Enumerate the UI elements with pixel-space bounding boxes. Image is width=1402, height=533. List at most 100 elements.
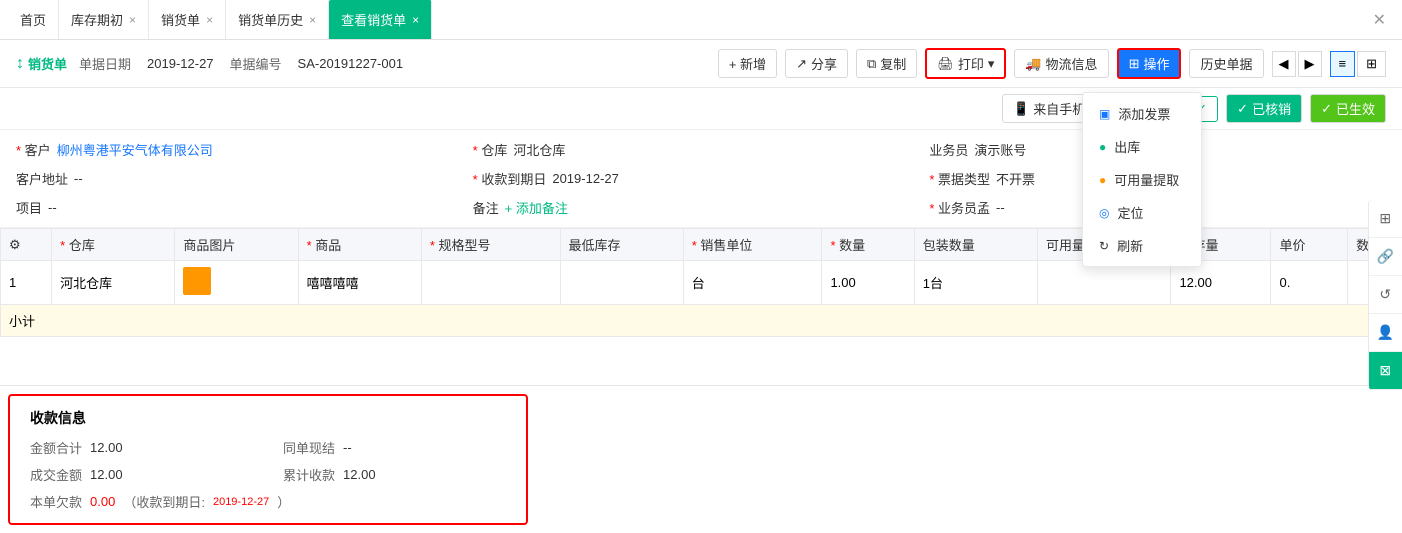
doc-actions: + 新增 ↗ 分享 ⧉ 复制 🖨 打印 ▾ 🚚 物流信息: [718, 48, 1386, 79]
number-label: 单据编号: [230, 54, 282, 73]
row-product: 嘻嘻嘻嘻: [298, 261, 421, 305]
subtotal-row: 小计: [1, 305, 1402, 337]
share-icon: ↗: [796, 56, 807, 72]
col-package-qty: 包装数量: [914, 229, 1037, 261]
col-min-stock: 最低库存: [560, 229, 683, 261]
refresh-label: 刷新: [1117, 236, 1143, 255]
col-spec: 规格型号: [421, 229, 560, 261]
customer-row: 客户 柳州粤港平安气体有限公司: [16, 140, 473, 159]
same-order-value: --: [343, 440, 352, 455]
transaction-row: 成交金额 12.00: [30, 465, 253, 484]
project-label: 项目: [16, 198, 42, 217]
new-button[interactable]: + 新增: [718, 49, 777, 78]
dropdown-add-invoice[interactable]: ▣ 添加发票: [1083, 97, 1201, 130]
right-sidebar: ⊞ 🔗 ↺ 👤 ⊠: [1368, 200, 1402, 390]
owed-label: 本单欠款: [30, 492, 82, 511]
tab-sales-history[interactable]: 销货单历史 ×: [226, 0, 329, 39]
available-qty-icon: ●: [1099, 173, 1106, 187]
sidebar-icon-2[interactable]: 🔗: [1369, 238, 1402, 276]
locate-icon: ◎: [1099, 206, 1109, 220]
tab-close-view-sales[interactable]: ×: [412, 13, 419, 27]
col-sales-unit: 销售单位: [683, 229, 822, 261]
bottom-panel: 收款信息 金额合计 12.00 同单现结 -- 成交金额 12.00: [0, 385, 1402, 533]
tab-inventory-init[interactable]: 库存期初 ×: [59, 0, 149, 39]
dropdown-outbound[interactable]: ● 出库: [1083, 130, 1201, 163]
row-price: 0.: [1271, 261, 1348, 305]
verified-btn[interactable]: ✓ 已核销: [1226, 94, 1302, 123]
transaction-label: 成交金额: [30, 465, 82, 484]
grid-view-btn[interactable]: ⊞: [1357, 51, 1386, 77]
locate-label: 定位: [1117, 203, 1143, 222]
outbound-label: 出库: [1114, 137, 1140, 156]
print-dropdown-arrow: ▾: [988, 56, 995, 72]
col-product-img: 商品图片: [175, 229, 298, 261]
payment-info: 收款信息 金额合计 12.00 同单现结 -- 成交金额 12.00: [8, 394, 528, 525]
sidebar-icon-3[interactable]: ↺: [1369, 276, 1402, 314]
dropdown-refresh[interactable]: ↻ 刷新: [1083, 229, 1201, 262]
overdue-end: ）: [277, 492, 290, 511]
col-warehouse: 仓库: [52, 229, 175, 261]
row-package-qty: 1台: [914, 261, 1037, 305]
sidebar-icon-5[interactable]: ⊠: [1369, 352, 1402, 390]
col-quantity: 数量: [822, 229, 914, 261]
settings-icon: ⚙: [9, 237, 21, 252]
view-toggle: ≡ ⊞: [1330, 51, 1387, 77]
col-price: 单价: [1271, 229, 1348, 261]
list-view-btn[interactable]: ≡: [1330, 51, 1356, 77]
sidebar-icon-4[interactable]: 👤: [1369, 314, 1402, 352]
same-order-row: 同单现结 --: [283, 438, 506, 457]
dropdown-locate[interactable]: ◎ 定位: [1083, 196, 1201, 229]
project-row: 项目 --: [16, 198, 473, 217]
address-value: --: [74, 171, 83, 186]
row-spec: [421, 261, 560, 305]
tab-close-history[interactable]: ×: [309, 13, 316, 27]
next-arrow[interactable]: ▶: [1298, 51, 1322, 77]
tab-close-inventory[interactable]: ×: [129, 13, 136, 27]
amount-label: 金额合计: [30, 438, 82, 457]
table-row: 1 河北仓库 嘻嘻嘻嘻 台 1.00 1台 12.00 0.: [1, 261, 1402, 305]
window-close-button[interactable]: ✕: [1365, 10, 1394, 30]
date-label: 单据日期: [79, 54, 131, 73]
payment-title: 收款信息: [30, 408, 506, 428]
col-settings[interactable]: ⚙: [1, 229, 52, 261]
logistics-button[interactable]: 🚚 物流信息: [1014, 49, 1108, 78]
row-quantity: 1.00: [822, 261, 914, 305]
print-button[interactable]: 🖨 打印 ▾: [925, 48, 1006, 79]
owed-value: 0.00: [90, 494, 115, 509]
operations-button[interactable]: ⊞ 操作: [1117, 48, 1182, 79]
share-button[interactable]: ↗ 分享: [785, 49, 848, 78]
dropdown-available-qty[interactable]: ● 可用量提取: [1083, 163, 1201, 196]
tab-close-sales[interactable]: ×: [206, 13, 213, 27]
payment-date-value: 2019-12-27: [552, 171, 619, 186]
history-button[interactable]: 历史单据: [1189, 49, 1263, 78]
tab-home[interactable]: 首页: [8, 0, 59, 39]
tab-view-sales[interactable]: 查看销货单 ×: [329, 0, 432, 39]
doc-meta: 单据日期 2019-12-27 单据编号 SA-20191227-001: [79, 54, 403, 73]
row-warehouse: 河北仓库: [52, 261, 175, 305]
doc-header: ↕ 销货单 单据日期 2019-12-27 单据编号 SA-20191227-0…: [0, 40, 1402, 88]
tab-sales-order[interactable]: 销货单 ×: [149, 0, 226, 39]
tab-bar: 首页 库存期初 × 销货单 × 销货单历史 × 查看销货单 × ✕: [0, 0, 1402, 40]
subtotal-label: 小计: [1, 305, 1402, 337]
project-value: --: [48, 200, 57, 215]
address-label: 客户地址: [16, 169, 68, 188]
copy-button[interactable]: ⧉ 复制: [856, 49, 917, 78]
overdue-date: 2019-12-27: [213, 496, 269, 508]
effective-btn[interactable]: ✓ 已生效: [1310, 94, 1386, 123]
row-available: [1037, 261, 1171, 305]
sidebar-icon-1[interactable]: ⊞: [1369, 200, 1402, 238]
payment-date-label: 收款到期日: [473, 169, 547, 188]
salesperson-value: 演示账号: [974, 140, 1026, 159]
add-remark-btn[interactable]: + 添加备注: [505, 198, 568, 217]
remark-row: 备注 + 添加备注: [473, 198, 930, 217]
customer-value[interactable]: 柳州粤港平安气体有限公司: [57, 140, 213, 159]
owed-row: 本单欠款 0.00 （收款到期日: 2019-12-27 ）: [30, 492, 506, 511]
prev-arrow[interactable]: ◀: [1272, 51, 1296, 77]
add-invoice-label: 添加发票: [1118, 104, 1170, 123]
cumulative-row: 累计收款 12.00: [283, 465, 506, 484]
remark-label: 备注: [473, 198, 499, 217]
available-qty-label: 可用量提取: [1114, 170, 1179, 189]
amount-row: 金额合计 12.00: [30, 438, 253, 457]
verified-icon: ✓: [1237, 101, 1248, 117]
add-invoice-icon: ▣: [1099, 107, 1110, 121]
